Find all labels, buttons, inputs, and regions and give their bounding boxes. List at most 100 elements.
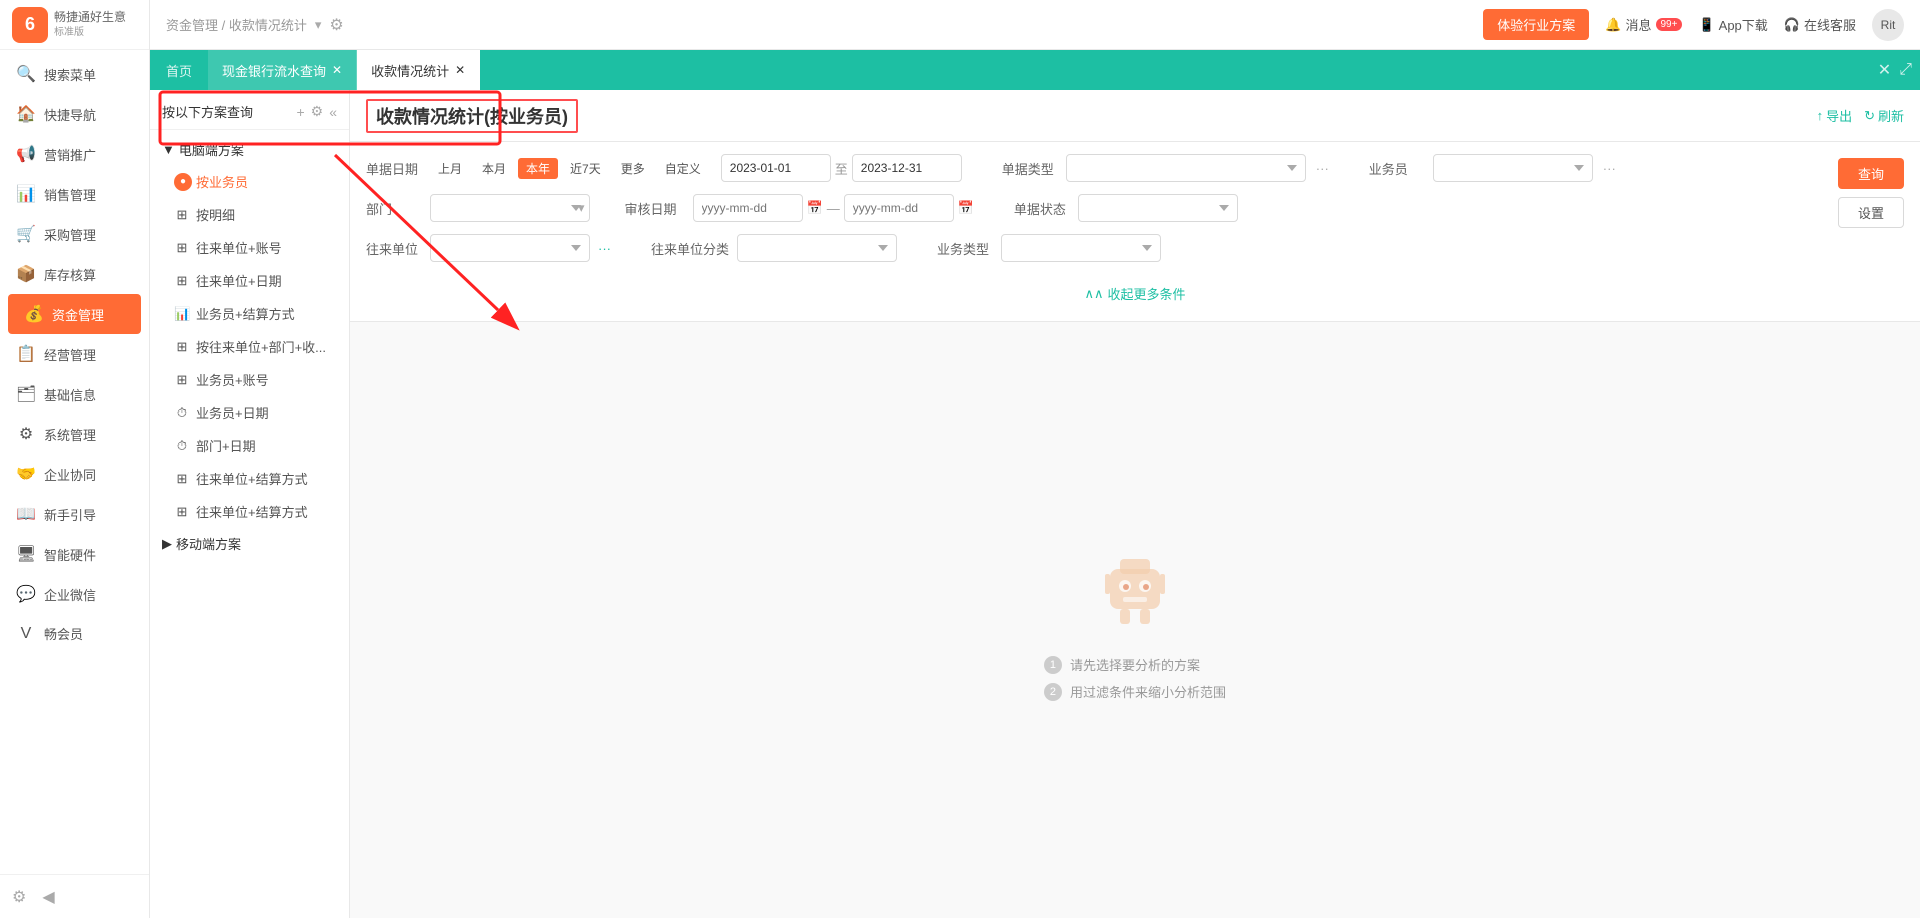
review-date-from-input[interactable]: [693, 194, 803, 222]
dept-select[interactable]: [430, 194, 590, 222]
salesperson-select[interactable]: [1433, 154, 1593, 182]
shortcut-this-year[interactable]: 本年: [518, 158, 558, 179]
sales-icon: 📊: [16, 184, 36, 204]
calendar-from-icon[interactable]: 📅: [807, 200, 823, 216]
export-btn[interactable]: ↑ 导出: [1817, 106, 1853, 125]
sidebar-item-enterprise[interactable]: 🤝 企业协同: [0, 454, 149, 494]
settings-bottom-icon[interactable]: ⚙: [12, 887, 26, 907]
empty-step-2: 2 用过滤条件来缩小分析范围: [1044, 682, 1226, 701]
header-gear-icon[interactable]: ⚙: [329, 15, 343, 35]
sidebar-item-hardware[interactable]: 🖥 智能硬件: [0, 534, 149, 574]
shortcut-more[interactable]: 更多: [613, 158, 653, 179]
sidebar-item-vip[interactable]: V 畅会员: [0, 614, 149, 653]
scheme-item-dept-date[interactable]: ⏱ 部门+日期: [150, 429, 349, 462]
filter-setting-btn[interactable]: 设置: [1838, 197, 1904, 228]
scheme-item-by-detail[interactable]: ⊞ 按明细: [150, 198, 349, 231]
biz-type-label: 业务类型: [937, 239, 993, 258]
filter-date-item: 单据日期 上月 本月 本年 近7天 更多 自定义: [366, 154, 962, 182]
collapse-panel-btn[interactable]: «: [329, 104, 337, 120]
partner-category-select[interactable]: [737, 234, 897, 262]
filter-dept-item: 部门 ▾: [366, 194, 585, 222]
shortcut-custom[interactable]: 自定义: [657, 158, 709, 179]
hardware-icon: 🖥: [16, 544, 36, 564]
salesperson-label: 业务员: [1369, 159, 1425, 178]
shortcut-last-month[interactable]: 上月: [430, 158, 470, 179]
app-download-icon: 📱: [1698, 17, 1714, 33]
scheme-item-by-salesperson[interactable]: ● 按业务员: [150, 165, 349, 198]
collapse-sidebar-icon[interactable]: ◀: [42, 887, 54, 907]
filter-area: 单据日期 上月 本月 本年 近7天 更多 自定义: [350, 142, 1920, 322]
finance-icon: 💰: [24, 304, 44, 324]
tab-receipt[interactable]: 收款情况统计 ✕: [357, 50, 480, 90]
sidebar-item-purchase[interactable]: 🛒 采购管理: [0, 214, 149, 254]
mobile-group-header[interactable]: ▶ 移动端方案: [150, 528, 349, 559]
tab-expand-icon[interactable]: ⤢: [1899, 61, 1912, 79]
doc-status-select[interactable]: [1078, 194, 1238, 222]
shortcut-last7days[interactable]: 近7天: [562, 158, 609, 179]
sidebar-item-baseinfo[interactable]: 🗂 基础信息: [0, 374, 149, 414]
logo-text: 畅捷通好生意 标准版: [54, 10, 126, 39]
notification-btn[interactable]: 🔔 消息 99+: [1605, 15, 1682, 34]
scheme-item-partner-date[interactable]: ⊞ 往来单位+日期: [150, 264, 349, 297]
review-date-to-input[interactable]: [844, 194, 954, 222]
vip-icon: V: [16, 625, 36, 643]
refresh-btn[interactable]: ↻ 刷新: [1864, 106, 1904, 125]
user-avatar[interactable]: Rit: [1872, 9, 1904, 41]
sidebar-item-wechat[interactable]: 💬 企业微信: [0, 574, 149, 614]
scheme-item-partner-account[interactable]: ⊞ 往来单位+账号: [150, 231, 349, 264]
scheme-item-partner-settlement2[interactable]: ⊞ 往来单位+结算方式: [150, 495, 349, 528]
salesperson-more-icon[interactable]: ···: [1603, 161, 1616, 176]
customer-service-btn[interactable]: 🎧 在线客服: [1784, 15, 1856, 34]
tab-close-all-icon[interactable]: ✕: [1878, 60, 1891, 80]
sidebar-item-search[interactable]: 🔍 搜索菜单: [0, 54, 149, 94]
query-btn[interactable]: 查询: [1838, 158, 1904, 189]
sidebar-item-inventory[interactable]: 📦 库存核算: [0, 254, 149, 294]
tab-bank[interactable]: 现金银行流水查询 ✕: [208, 50, 357, 90]
scheme-item-partner-settlement1[interactable]: ⊞ 往来单位+结算方式: [150, 462, 349, 495]
calendar-to-icon[interactable]: 📅: [958, 200, 974, 216]
date-label: 单据日期: [366, 159, 422, 178]
tab-bank-close-icon[interactable]: ✕: [332, 63, 342, 77]
review-date-label: 审核日期: [625, 199, 681, 218]
scheme-item-salesperson-account[interactable]: ⊞ 业务员+账号: [150, 363, 349, 396]
salesperson-settlement-icon: 📊: [174, 306, 190, 322]
review-date-group: 📅 — 📅: [693, 194, 974, 222]
app-download-btn[interactable]: 📱 App下载: [1698, 15, 1767, 34]
date-shortcuts: 上月 本月 本年 近7天 更多 自定义: [430, 158, 709, 179]
trial-btn[interactable]: 体验行业方案: [1483, 9, 1589, 40]
sidebar-item-system[interactable]: ⚙ 系统管理: [0, 414, 149, 454]
sidebar-item-sales[interactable]: 📊 销售管理: [0, 174, 149, 214]
sidebar-item-operation[interactable]: 📋 经营管理: [0, 334, 149, 374]
partner-select[interactable]: [430, 234, 590, 262]
left-panel: 按以下方案查询 + ⚙ « ▼ 电脑端方案 ● 按业务员: [150, 90, 350, 918]
add-scheme-btn[interactable]: +: [296, 104, 304, 120]
step-2-num: 2: [1044, 683, 1062, 701]
mobile-group-arrow-icon: ▶: [162, 536, 172, 552]
doctype-select[interactable]: [1066, 154, 1306, 182]
breadcrumb: 资金管理 / 收款情况统计 ▾ ⚙: [166, 15, 344, 35]
partner-more-btn[interactable]: ···: [598, 241, 611, 256]
shortcut-this-month[interactable]: 本月: [474, 158, 514, 179]
scheme-item-partner-dept[interactable]: ⊞ 按往来单位+部门+收...: [150, 330, 349, 363]
date-from-input[interactable]: [721, 154, 831, 182]
breadcrumb-chevron-icon[interactable]: ▾: [315, 17, 322, 33]
scheme-item-salesperson-date[interactable]: ⏱ 业务员+日期: [150, 396, 349, 429]
sidebar-item-finance[interactable]: 💰 资金管理: [8, 294, 141, 334]
collapse-more-btn[interactable]: ∧∧ 收起更多条件: [366, 278, 1904, 309]
sidebar-item-guide[interactable]: 📖 新手引导: [0, 494, 149, 534]
scheme-setting-btn[interactable]: ⚙: [311, 103, 324, 120]
doctype-more-icon[interactable]: ···: [1316, 161, 1329, 176]
logo-area: 6 畅捷通好生意 标准版: [0, 0, 149, 50]
tab-home[interactable]: 首页: [150, 50, 208, 90]
desktop-group-header[interactable]: ▼ 电脑端方案: [150, 134, 349, 165]
sidebar-item-quicknav[interactable]: 🏠 快捷导航: [0, 94, 149, 134]
biz-type-select[interactable]: [1001, 234, 1161, 262]
wechat-icon: 💬: [16, 584, 36, 604]
logo-icon: 6: [12, 7, 48, 43]
tab-receipt-close-icon[interactable]: ✕: [455, 63, 465, 77]
date-to-input[interactable]: [852, 154, 962, 182]
salesperson-account-icon: ⊞: [174, 372, 190, 388]
sidebar-item-marketing[interactable]: 📢 营销推广: [0, 134, 149, 174]
scheme-item-salesperson-settlement[interactable]: 📊 业务员+结算方式: [150, 297, 349, 330]
headset-icon: 🎧: [1784, 17, 1800, 33]
